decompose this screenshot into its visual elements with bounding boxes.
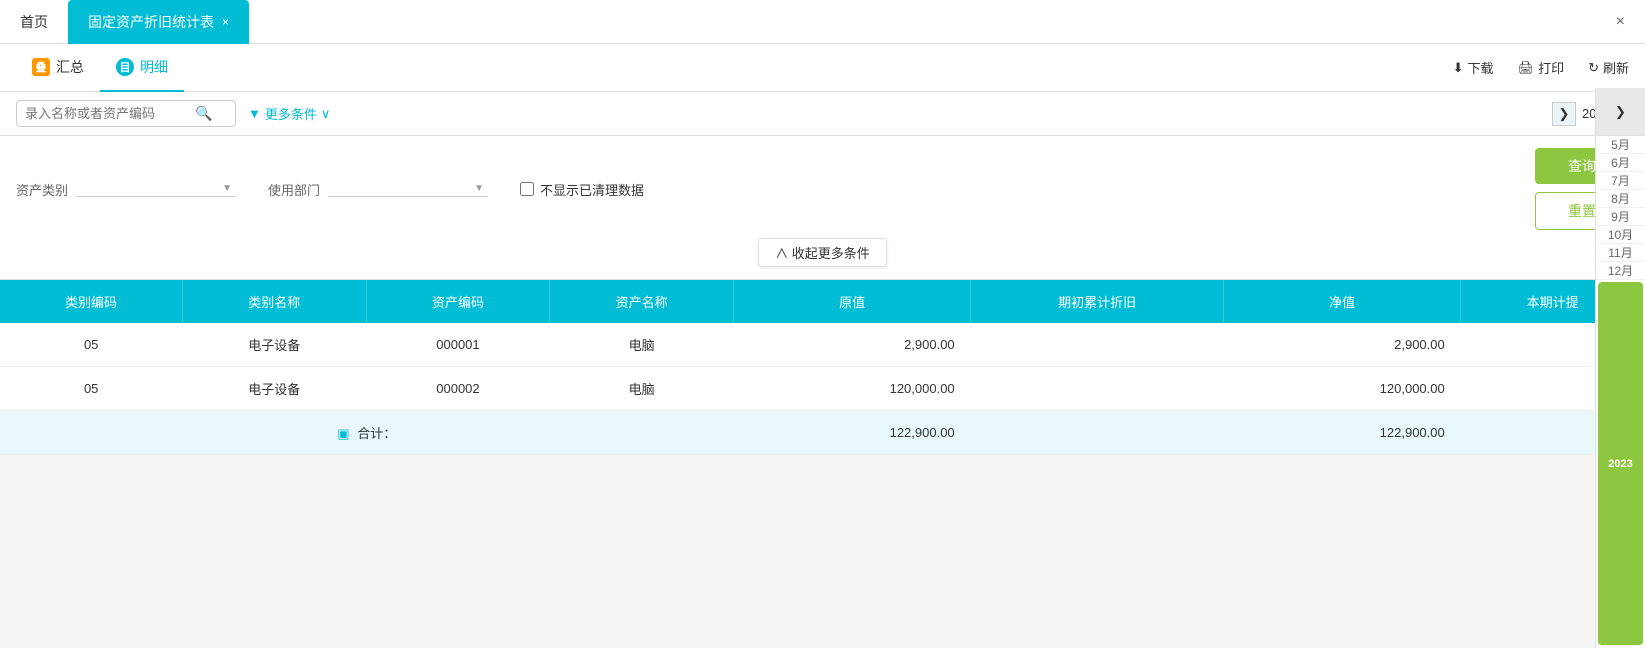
- download-icon: ⬇: [1453, 60, 1464, 76]
- col-category-name: 类别名称: [182, 280, 366, 323]
- cell-category-code: 05: [0, 323, 182, 367]
- month-item[interactable]: 5月: [1596, 136, 1645, 154]
- print-button[interactable]: 🖨 打印: [1518, 58, 1565, 77]
- total-net-value: 122,900.00: [1224, 411, 1461, 455]
- year-badge-item[interactable]: 2023: [1598, 282, 1643, 646]
- summary-label: 汇总: [56, 57, 84, 77]
- more-conditions-button[interactable]: ▼ 更多条件 ∨: [248, 104, 330, 123]
- cell-original-value: 120,000.00: [734, 367, 971, 411]
- filter-area: 资产类别 ▼ 使用部门 ▼ 不显示已清理数据 查询 重置: [0, 136, 1645, 280]
- cell-accumulated-depreciation: [971, 367, 1224, 411]
- cell-asset-code: 000001: [366, 323, 550, 367]
- col-category-code: 类别编码: [0, 280, 182, 323]
- total-icon: ▣: [337, 426, 349, 441]
- cell-original-value: 2,900.00: [734, 323, 971, 367]
- month-item[interactable]: 9月: [1596, 208, 1645, 226]
- search-input-wrap[interactable]: 🔍: [16, 100, 236, 127]
- hide-cleared-checkbox[interactable]: [520, 182, 534, 196]
- active-tab[interactable]: 固定资产折旧统计表 ×: [68, 0, 249, 44]
- month-item[interactable]: 11月: [1596, 244, 1645, 262]
- refresh-button[interactable]: ↻ 刷新: [1588, 58, 1629, 77]
- print-label: 打印: [1538, 58, 1564, 77]
- asset-category-label: 资产类别: [16, 180, 68, 199]
- search-icon: 🔍: [195, 105, 212, 122]
- collapse-label: ∧ 收起更多条件: [775, 243, 870, 262]
- refresh-icon: ↻: [1588, 60, 1599, 76]
- active-tab-label: 固定资产折旧统计表: [88, 12, 214, 32]
- search-bar: 🔍 ▼ 更多条件 ∨ ❯ 2023.01: [0, 92, 1645, 136]
- year-badge: 2023: [1602, 455, 1638, 473]
- home-tab[interactable]: 首页: [0, 0, 68, 44]
- total-original-value: 122,900.00: [734, 411, 971, 455]
- cell-category-name: 电子设备: [182, 323, 366, 367]
- col-net-value: 净值: [1224, 280, 1461, 323]
- table-row: 05 电子设备 000001 电脑 2,900.00 2,900.00: [0, 323, 1645, 367]
- top-nav: 首页 固定资产折旧统计表 × ×: [0, 0, 1645, 44]
- window-close-button[interactable]: ×: [1616, 13, 1645, 31]
- summary-icon: 叠: [32, 58, 50, 76]
- collapse-bar: ∧ 收起更多条件: [16, 230, 1629, 279]
- tab-summary[interactable]: 叠 汇总: [16, 44, 100, 92]
- months-container: 5月6月7月8月9月10月11月12月: [1596, 136, 1645, 280]
- asset-category-input[interactable]: ▼: [76, 181, 236, 197]
- detail-label: 明细: [140, 57, 168, 77]
- col-accumulated-depreciation: 期初累计折旧: [971, 280, 1224, 323]
- refresh-label: 刷新: [1603, 58, 1629, 77]
- hide-cleared-field: 不显示已清理数据: [520, 180, 644, 199]
- sub-tabs: 叠 汇总 目 明细 ⬇ 下载 🖨 打印 ↻ 刷新: [0, 44, 1645, 92]
- hide-cleared-label: 不显示已清理数据: [540, 180, 644, 199]
- collapse-button[interactable]: ∧ 收起更多条件: [758, 238, 887, 267]
- month-item[interactable]: 8月: [1596, 190, 1645, 208]
- cell-accumulated-depreciation: [971, 323, 1224, 367]
- month-item[interactable]: 12月: [1596, 262, 1645, 280]
- cell-asset-code: 000002: [366, 367, 550, 411]
- use-department-arrow: ▼: [474, 183, 484, 194]
- cell-category-name: 电子设备: [182, 367, 366, 411]
- cell-category-code: 05: [0, 367, 182, 411]
- cell-net-value: 120,000.00: [1224, 367, 1461, 411]
- tab-detail[interactable]: 目 明细: [100, 44, 184, 92]
- month-item[interactable]: 10月: [1596, 226, 1645, 244]
- main-content: 叠 汇总 目 明细 ⬇ 下载 🖨 打印 ↻ 刷新 🔍: [0, 44, 1645, 455]
- more-conditions-label: 更多条件: [265, 104, 317, 123]
- cell-net-value: 2,900.00: [1224, 323, 1461, 367]
- detail-icon: 目: [116, 58, 134, 76]
- total-row: ▣ 合计： 122,900.00 122,900.00: [0, 411, 1645, 455]
- total-label-cell: ▣ 合计：: [0, 411, 734, 455]
- total-label: 合计：: [357, 426, 396, 441]
- tab-close-icon[interactable]: ×: [222, 15, 229, 29]
- use-department-input[interactable]: ▼: [328, 181, 488, 197]
- filter-icon: ▼: [248, 106, 261, 121]
- print-icon: 🖨: [1518, 60, 1535, 76]
- col-asset-name: 资产名称: [550, 280, 734, 323]
- sub-tabs-actions: ⬇ 下载 🖨 打印 ↻ 刷新: [1453, 58, 1629, 77]
- download-label: 下载: [1468, 58, 1494, 77]
- asset-category-field: 资产类别 ▼: [16, 180, 236, 199]
- cell-asset-name: 电脑: [550, 367, 734, 411]
- search-input[interactable]: [25, 106, 195, 121]
- month-item[interactable]: 6月: [1596, 154, 1645, 172]
- date-prev-arrow[interactable]: ❯: [1552, 102, 1576, 126]
- panel-collapse-arrow[interactable]: ❯: [1596, 88, 1645, 136]
- col-asset-code: 资产编码: [366, 280, 550, 323]
- month-item[interactable]: 7月: [1596, 172, 1645, 190]
- total-accumulated-depreciation: [971, 411, 1224, 455]
- use-department-label: 使用部门: [268, 180, 320, 199]
- right-panel: ❯ 5月6月7月8月9月10月11月12月 2023: [1595, 88, 1645, 648]
- download-button[interactable]: ⬇ 下载: [1453, 58, 1494, 77]
- col-original-value: 原值: [734, 280, 971, 323]
- table-header-row: 类别编码 类别名称 资产编码 资产名称 原值 期初累计折旧 净值 本期计提: [0, 280, 1645, 323]
- asset-category-arrow: ▼: [222, 183, 232, 194]
- chevron-down-icon: ∨: [321, 106, 331, 122]
- cell-asset-name: 电脑: [550, 323, 734, 367]
- table-container: 类别编码 类别名称 资产编码 资产名称 原值 期初累计折旧 净值 本期计提 05…: [0, 280, 1645, 455]
- filter-row: 资产类别 ▼ 使用部门 ▼ 不显示已清理数据 查询 重置: [16, 148, 1629, 230]
- table-row: 05 电子设备 000002 电脑 120,000.00 120,000.00: [0, 367, 1645, 411]
- use-department-field: 使用部门 ▼: [268, 180, 488, 199]
- asset-table: 类别编码 类别名称 资产编码 资产名称 原值 期初累计折旧 净值 本期计提 05…: [0, 280, 1645, 455]
